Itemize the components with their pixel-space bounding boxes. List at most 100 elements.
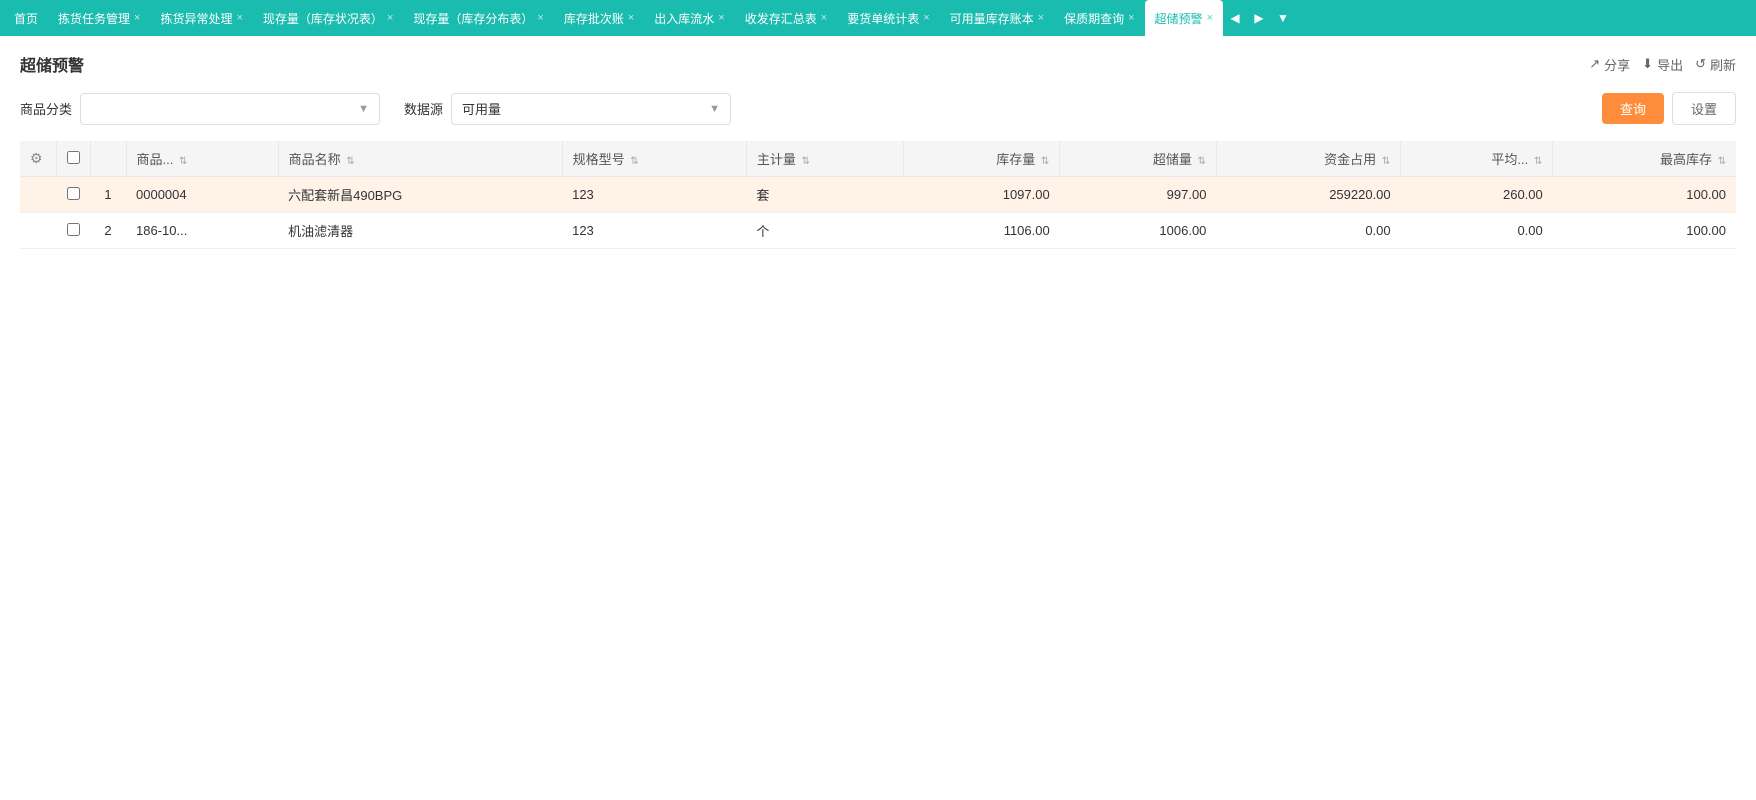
datasource-filter: 数据源 可用量 ▼ bbox=[404, 93, 731, 125]
nav-item-abnormal-close[interactable]: × bbox=[236, 12, 242, 24]
row-product-name: 机油滤清器 bbox=[278, 213, 562, 249]
datasource-label: 数据源 bbox=[404, 99, 443, 118]
col-checkbox bbox=[56, 141, 90, 177]
nav-item-quality-close[interactable]: × bbox=[1128, 12, 1134, 24]
col-stock-label: 库存量 bbox=[996, 152, 1035, 167]
nav-item-batch[interactable]: 库存批次账 × bbox=[554, 0, 644, 36]
nav-item-order-stat-close[interactable]: × bbox=[923, 12, 929, 24]
export-link[interactable]: ⬇ 导出 bbox=[1642, 55, 1683, 74]
filter-actions: 查询 设置 bbox=[1602, 92, 1736, 125]
nav-item-overstock-close[interactable]: × bbox=[1207, 12, 1213, 24]
row-unit: 个 bbox=[746, 213, 903, 249]
row-product-code: 0000004 bbox=[126, 177, 278, 213]
row-spec: 123 bbox=[562, 177, 746, 213]
col-stock[interactable]: 库存量 ⇅ bbox=[903, 141, 1060, 177]
col-avg[interactable]: 平均... ⇅ bbox=[1401, 141, 1553, 177]
nav-item-abnormal[interactable]: 拣货异常处理 × bbox=[150, 0, 252, 36]
row-checkbox[interactable] bbox=[67, 223, 80, 236]
main-content: 超储预警 ↗ 分享 ⬇ 导出 ↺ 刷新 商品分类 ▼ 数据源 bbox=[0, 36, 1756, 800]
col-capital[interactable]: 资金占用 ⇅ bbox=[1216, 141, 1400, 177]
filter-row: 商品分类 ▼ 数据源 可用量 ▼ 查询 设置 bbox=[20, 92, 1736, 125]
row-spec: 123 bbox=[562, 213, 746, 249]
set-button[interactable]: 设置 bbox=[1672, 92, 1736, 125]
nav-item-inout-flow-close[interactable]: × bbox=[718, 12, 724, 24]
row-unit: 套 bbox=[746, 177, 903, 213]
nav-item-inout-flow[interactable]: 出入库流水 × bbox=[644, 0, 734, 36]
datasource-chevron-icon: ▼ bbox=[709, 103, 720, 115]
row-checkbox-cell[interactable] bbox=[56, 213, 90, 249]
col-product-code[interactable]: 商品... ⇅ bbox=[126, 141, 278, 177]
col-max-stock-sort: ⇅ bbox=[1718, 156, 1726, 167]
nav-item-task-mgmt[interactable]: 拣货任务管理 × bbox=[48, 0, 150, 36]
nav-item-quality[interactable]: 保质期查询 × bbox=[1054, 0, 1144, 36]
nav-item-available-acc[interactable]: 可用量库存账本 × bbox=[940, 0, 1054, 36]
col-product-name-sort: ⇅ bbox=[346, 156, 354, 167]
share-icon: ↗ bbox=[1589, 56, 1600, 72]
nav-item-inventory-dist-close[interactable]: × bbox=[537, 12, 543, 24]
row-product-name: 六配套新昌490BPG bbox=[278, 177, 562, 213]
nav-item-order-stat[interactable]: 要货单统计表 × bbox=[837, 0, 939, 36]
col-max-stock[interactable]: 最高库存 ⇅ bbox=[1553, 141, 1736, 177]
nav-more-btn[interactable]: ▼ bbox=[1271, 0, 1295, 36]
select-all-checkbox[interactable] bbox=[67, 151, 80, 164]
row-stock: 1106.00 bbox=[903, 213, 1060, 249]
col-rownum bbox=[90, 141, 126, 177]
col-spec[interactable]: 规格型号 ⇅ bbox=[562, 141, 746, 177]
nav-item-collect-send[interactable]: 收发存汇总表 × bbox=[735, 0, 837, 36]
nav-item-available-acc-label: 可用量库存账本 bbox=[950, 10, 1034, 27]
col-spec-sort: ⇅ bbox=[630, 156, 638, 167]
row-max-stock: 100.00 bbox=[1553, 213, 1736, 249]
nav-item-quality-label: 保质期查询 bbox=[1064, 10, 1124, 27]
page-title: 超储预警 bbox=[20, 52, 84, 76]
col-product-name[interactable]: 商品名称 ⇅ bbox=[278, 141, 562, 177]
nav-item-inventory-dist[interactable]: 现存量（库存分布表） × bbox=[403, 0, 553, 36]
col-overstock[interactable]: 超储量 ⇅ bbox=[1060, 141, 1217, 177]
share-link[interactable]: ↗ 分享 bbox=[1589, 55, 1630, 74]
refresh-icon: ↺ bbox=[1695, 56, 1706, 72]
row-settings-cell bbox=[20, 213, 56, 249]
category-chevron-icon: ▼ bbox=[358, 103, 369, 115]
row-checkbox-cell[interactable] bbox=[56, 177, 90, 213]
export-label: 导出 bbox=[1657, 55, 1683, 74]
nav-item-overstock[interactable]: 超储预警 × bbox=[1145, 0, 1223, 36]
nav-item-collect-send-label: 收发存汇总表 bbox=[745, 10, 817, 27]
nav-prev-btn[interactable]: ◀ bbox=[1223, 0, 1247, 36]
nav-item-abnormal-label: 拣货异常处理 bbox=[160, 10, 232, 27]
nav-item-inventory-status[interactable]: 现存量（库存状况表） × bbox=[253, 0, 403, 36]
datasource-select[interactable]: 可用量 ▼ bbox=[451, 93, 731, 125]
col-unit[interactable]: 主计量 ⇅ bbox=[746, 141, 903, 177]
row-product-code: 186-10... bbox=[126, 213, 278, 249]
nav-item-inventory-status-close[interactable]: × bbox=[387, 12, 393, 24]
refresh-label: 刷新 bbox=[1710, 55, 1736, 74]
page-actions: ↗ 分享 ⬇ 导出 ↺ 刷新 bbox=[1589, 55, 1736, 74]
col-avg-sort: ⇅ bbox=[1534, 156, 1542, 167]
col-overstock-sort: ⇅ bbox=[1198, 156, 1206, 167]
settings-icon[interactable]: ⚙ bbox=[30, 150, 43, 166]
nav-item-home[interactable]: 首页 bbox=[4, 0, 48, 36]
nav-next-btn[interactable]: ▶ bbox=[1247, 0, 1271, 36]
share-label: 分享 bbox=[1604, 55, 1630, 74]
row-overstock: 997.00 bbox=[1060, 177, 1217, 213]
col-settings: ⚙ bbox=[20, 141, 56, 177]
datasource-select-value: 可用量 bbox=[462, 99, 501, 118]
col-avg-label: 平均... bbox=[1491, 152, 1528, 167]
nav-item-collect-send-close[interactable]: × bbox=[821, 12, 827, 24]
col-overstock-label: 超储量 bbox=[1153, 152, 1192, 167]
col-max-stock-label: 最高库存 bbox=[1660, 152, 1712, 167]
table-body: 1 0000004 六配套新昌490BPG 123 套 1097.00 997.… bbox=[20, 177, 1736, 249]
nav-item-batch-close[interactable]: × bbox=[628, 12, 634, 24]
query-button[interactable]: 查询 bbox=[1602, 93, 1664, 124]
nav-item-inventory-status-label: 现存量（库存状况表） bbox=[263, 10, 383, 27]
category-select[interactable]: ▼ bbox=[80, 93, 380, 125]
col-capital-label: 资金占用 bbox=[1324, 152, 1376, 167]
refresh-link[interactable]: ↺ 刷新 bbox=[1695, 55, 1736, 74]
col-capital-sort: ⇅ bbox=[1382, 156, 1390, 167]
row-checkbox[interactable] bbox=[67, 187, 80, 200]
row-avg: 0.00 bbox=[1401, 213, 1553, 249]
row-settings-cell bbox=[20, 177, 56, 213]
col-product-code-sort: ⇅ bbox=[179, 156, 187, 167]
nav-item-task-mgmt-close[interactable]: × bbox=[134, 12, 140, 24]
nav-item-available-acc-close[interactable]: × bbox=[1038, 12, 1044, 24]
nav-item-task-mgmt-label: 拣货任务管理 bbox=[58, 10, 130, 27]
col-stock-sort: ⇅ bbox=[1041, 156, 1049, 167]
